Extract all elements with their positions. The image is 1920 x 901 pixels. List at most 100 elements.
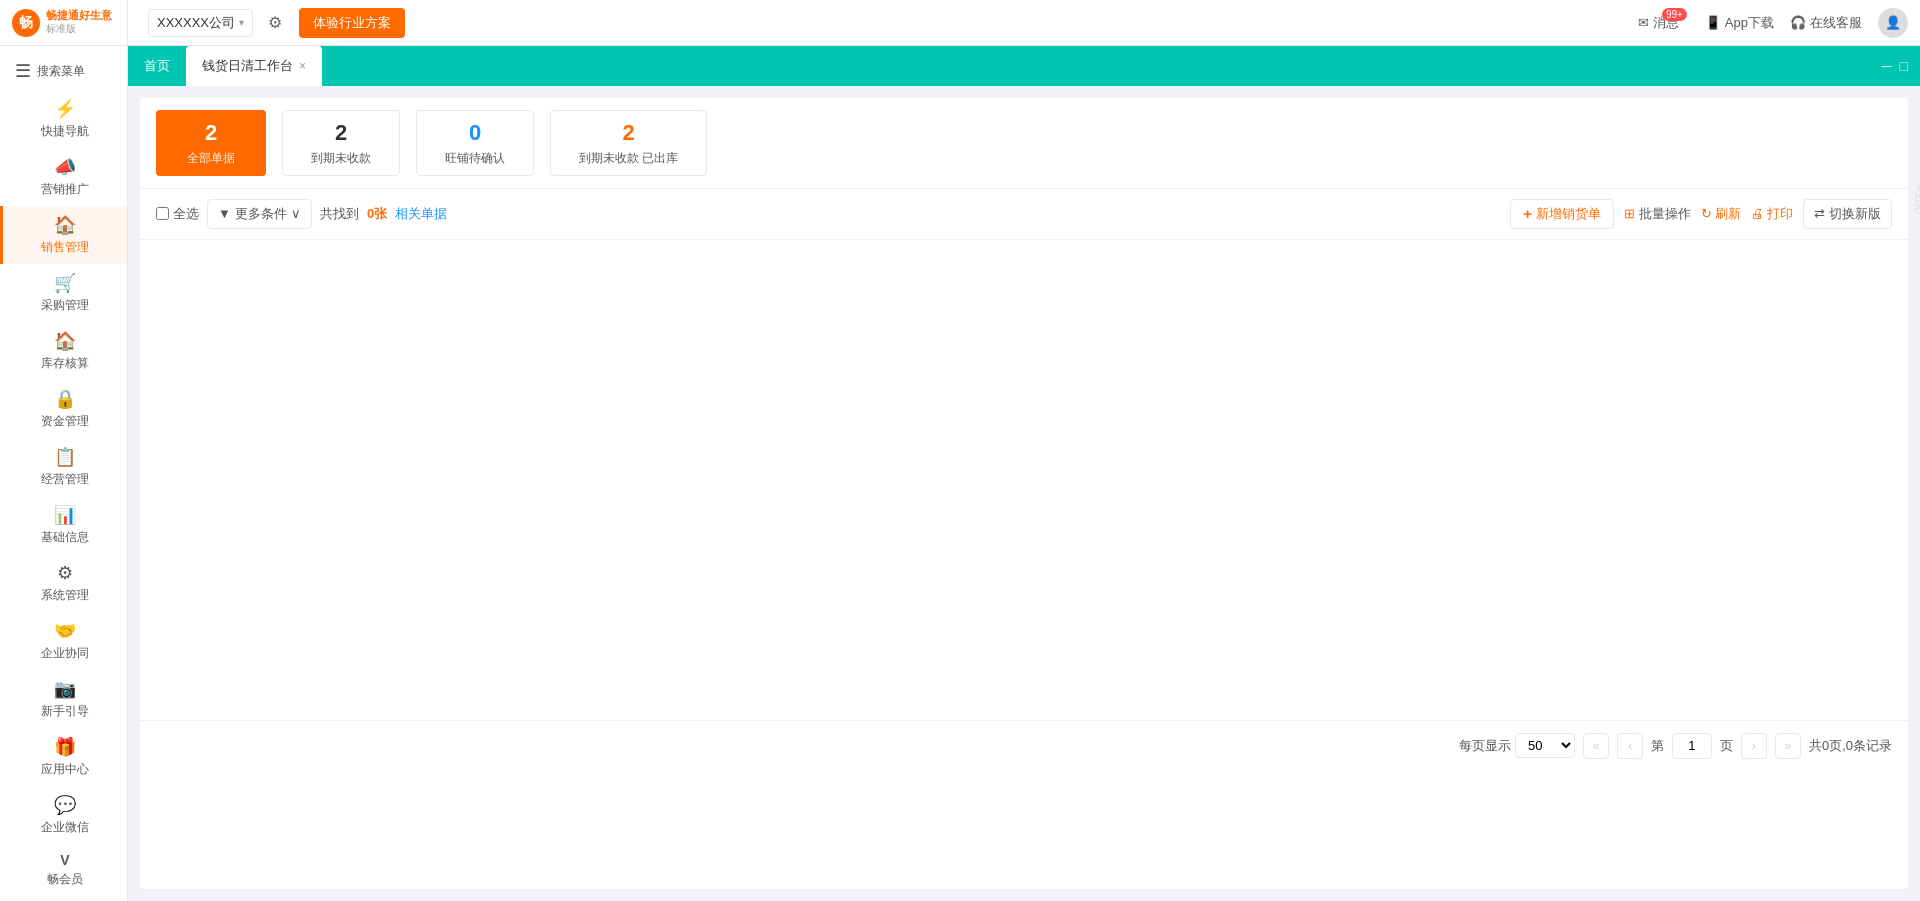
header-right: ✉ 消息 99+ 📱 App下载 🎧 在线客服 👤 [1638, 8, 1908, 38]
sidebar-item-purchase[interactable]: 🛒 采购管理 [0, 264, 127, 322]
logo-line1: 畅捷通好生意 [46, 9, 112, 22]
tab-bar-actions: ─ □ [1882, 58, 1920, 74]
sales-icon: 🏠 [54, 214, 76, 236]
sidebar-item-enterprise[interactable]: 🤝 企业协同 [0, 612, 127, 670]
company-selector[interactable]: XXXXXX公司 ▾ [148, 9, 253, 37]
stat-label-overdue: 到期未收款 [311, 150, 371, 167]
stat-tab-pending[interactable]: 0 旺铺待确认 [416, 110, 534, 176]
next-page-button[interactable]: › [1741, 733, 1767, 759]
page-number-input[interactable] [1672, 733, 1712, 759]
enterprise-label: 企业协同 [41, 645, 89, 662]
tab-home-label: 首页 [144, 57, 170, 75]
total-info: 共0页,0条记录 [1809, 737, 1892, 755]
select-all-checkbox-label[interactable]: 全选 [156, 205, 199, 223]
last-page-button[interactable]: » [1775, 733, 1801, 759]
basic-info-label: 基础信息 [41, 529, 89, 546]
system-label: 系统管理 [41, 587, 89, 604]
switch-icon: ⇄ [1814, 206, 1825, 221]
new-order-label: 新增销货单 [1536, 205, 1601, 223]
batch-button[interactable]: ⊞ 批量操作 [1624, 205, 1691, 223]
finance-icon: 🔒 [54, 388, 76, 410]
stats-tabs: 2 全部单据 2 到期未收款 0 旺铺待确认 2 到期未收款 已出库 [140, 98, 1908, 189]
sidebar-item-operations[interactable]: 📋 经营管理 [0, 438, 127, 496]
message-button[interactable]: ✉ 消息 99+ [1638, 14, 1679, 32]
filter-button[interactable]: ▼ 更多条件 ∨ [207, 199, 312, 229]
sidebar-item-quick-nav[interactable]: ⚡ 快捷导航 [0, 90, 127, 148]
stat-num-all: 2 [205, 119, 217, 148]
tab-close-icon[interactable]: × [299, 59, 306, 73]
tab-maximize-button[interactable]: □ [1900, 58, 1908, 74]
page-size-select: 每页显示 20 50 100 200 [1459, 733, 1575, 758]
avatar-icon: 👤 [1885, 15, 1901, 30]
company-name: XXXXXX公司 [157, 14, 235, 32]
switch-version-button[interactable]: ⇄ 切换新版 [1803, 199, 1892, 229]
sidebar-item-inventory[interactable]: 🏠 库存核算 [0, 322, 127, 380]
prev-page-button[interactable]: ‹ [1617, 733, 1643, 759]
service-button[interactable]: 🎧 在线客服 [1790, 14, 1862, 32]
sidebar-item-search[interactable]: ☰ 搜索菜单 [0, 52, 127, 90]
sidebar-item-weixin[interactable]: 💬 企业微信 [0, 786, 127, 844]
operations-icon: 📋 [54, 446, 76, 468]
related-orders-link[interactable]: 相关单据 [395, 205, 447, 223]
logo-line2: 标准版 [46, 22, 112, 36]
stat-tab-all[interactable]: 2 全部单据 [156, 110, 266, 176]
message-icon: ✉ [1638, 15, 1649, 30]
page-suffix: 页 [1720, 737, 1733, 755]
marketing-label: 营销推广 [41, 181, 89, 198]
refresh-button[interactable]: ↻ 刷新 [1701, 205, 1741, 223]
filter-icon: ▼ [218, 206, 231, 221]
stat-num-overdue: 2 [335, 119, 347, 148]
tab-active[interactable]: 钱货日清工作台 × [186, 46, 322, 86]
search-menu-icon: ☰ [15, 60, 31, 82]
quick-nav-label: 快捷导航 [41, 123, 89, 140]
app-download-label: App下载 [1725, 14, 1774, 32]
enterprise-icon: 🤝 [54, 620, 76, 642]
experience-button[interactable]: 体验行业方案 [299, 8, 405, 38]
new-order-plus-icon: + [1523, 205, 1532, 222]
app-download-button[interactable]: 📱 App下载 [1705, 14, 1774, 32]
per-page-dropdown[interactable]: 20 50 100 200 [1515, 733, 1575, 758]
sidebar-menu: ☰ 搜索菜单 ⚡ 快捷导航 📣 营销推广 🏠 销售管理 🛒 采购管理 🏠 库存核… [0, 46, 127, 901]
sidebar-item-vip[interactable]: V 畅会员 [0, 844, 127, 896]
tab-home[interactable]: 首页 [128, 46, 186, 86]
found-prefix: 共找到 [320, 205, 359, 223]
content-area [140, 240, 1908, 720]
first-page-button[interactable]: « [1583, 733, 1609, 759]
app-center-icon: 🎁 [54, 736, 76, 758]
found-count: 0张 [367, 205, 387, 223]
settings-button[interactable]: ⚙ [261, 9, 289, 37]
stat-tab-overdue[interactable]: 2 到期未收款 [282, 110, 400, 176]
sidebar-item-guide[interactable]: 📷 新手引导 [0, 670, 127, 728]
refresh-icon: ↻ [1701, 206, 1712, 221]
stat-tab-unshipped[interactable]: 2 到期未收款 已出库 [550, 110, 707, 176]
select-all-checkbox[interactable] [156, 207, 169, 220]
tab-bar: 首页 钱货日清工作台 × ─ □ [128, 46, 1920, 86]
refresh-label: 刷新 [1715, 205, 1741, 223]
sidebar-item-marketing[interactable]: 📣 营销推广 [0, 148, 127, 206]
purchase-icon: 🛒 [54, 272, 76, 294]
select-all-label: 全选 [173, 205, 199, 223]
sidebar-item-basic-info[interactable]: 📊 基础信息 [0, 496, 127, 554]
weixin-label: 企业微信 [41, 819, 89, 836]
print-button[interactable]: 🖨 打印 [1751, 205, 1793, 223]
logo-text-area: 畅捷通好生意 标准版 [46, 9, 112, 36]
sidebar-item-sales[interactable]: 🏠 销售管理 [0, 206, 127, 264]
batch-label: 批量操作 [1639, 205, 1691, 223]
tab-active-label: 钱货日清工作台 [202, 57, 293, 75]
quick-nav-icon: ⚡ [54, 98, 76, 120]
stat-label-all: 全部单据 [187, 150, 235, 167]
guide-icon: 📷 [54, 678, 76, 700]
new-order-button[interactable]: + 新增销货单 [1510, 199, 1614, 229]
sidebar-item-app-center[interactable]: 🎁 应用中心 [0, 728, 127, 786]
tab-minimize-button[interactable]: ─ [1882, 58, 1892, 74]
sidebar-item-system[interactable]: ⚙ 系统管理 [0, 554, 127, 612]
sales-label: 销售管理 [41, 239, 89, 256]
user-avatar[interactable]: 👤 [1878, 8, 1908, 38]
basic-info-icon: 📊 [54, 504, 76, 526]
sidebar-item-finance[interactable]: 🔒 资金管理 [0, 380, 127, 438]
settings-icon: ⚙ [268, 13, 282, 32]
print-icon: 🖨 [1751, 206, 1764, 221]
finance-label: 资金管理 [41, 413, 89, 430]
sidebar-logo: 畅 畅捷通好生意 标准版 [0, 0, 127, 46]
search-menu-label: 搜索菜单 [37, 63, 85, 80]
